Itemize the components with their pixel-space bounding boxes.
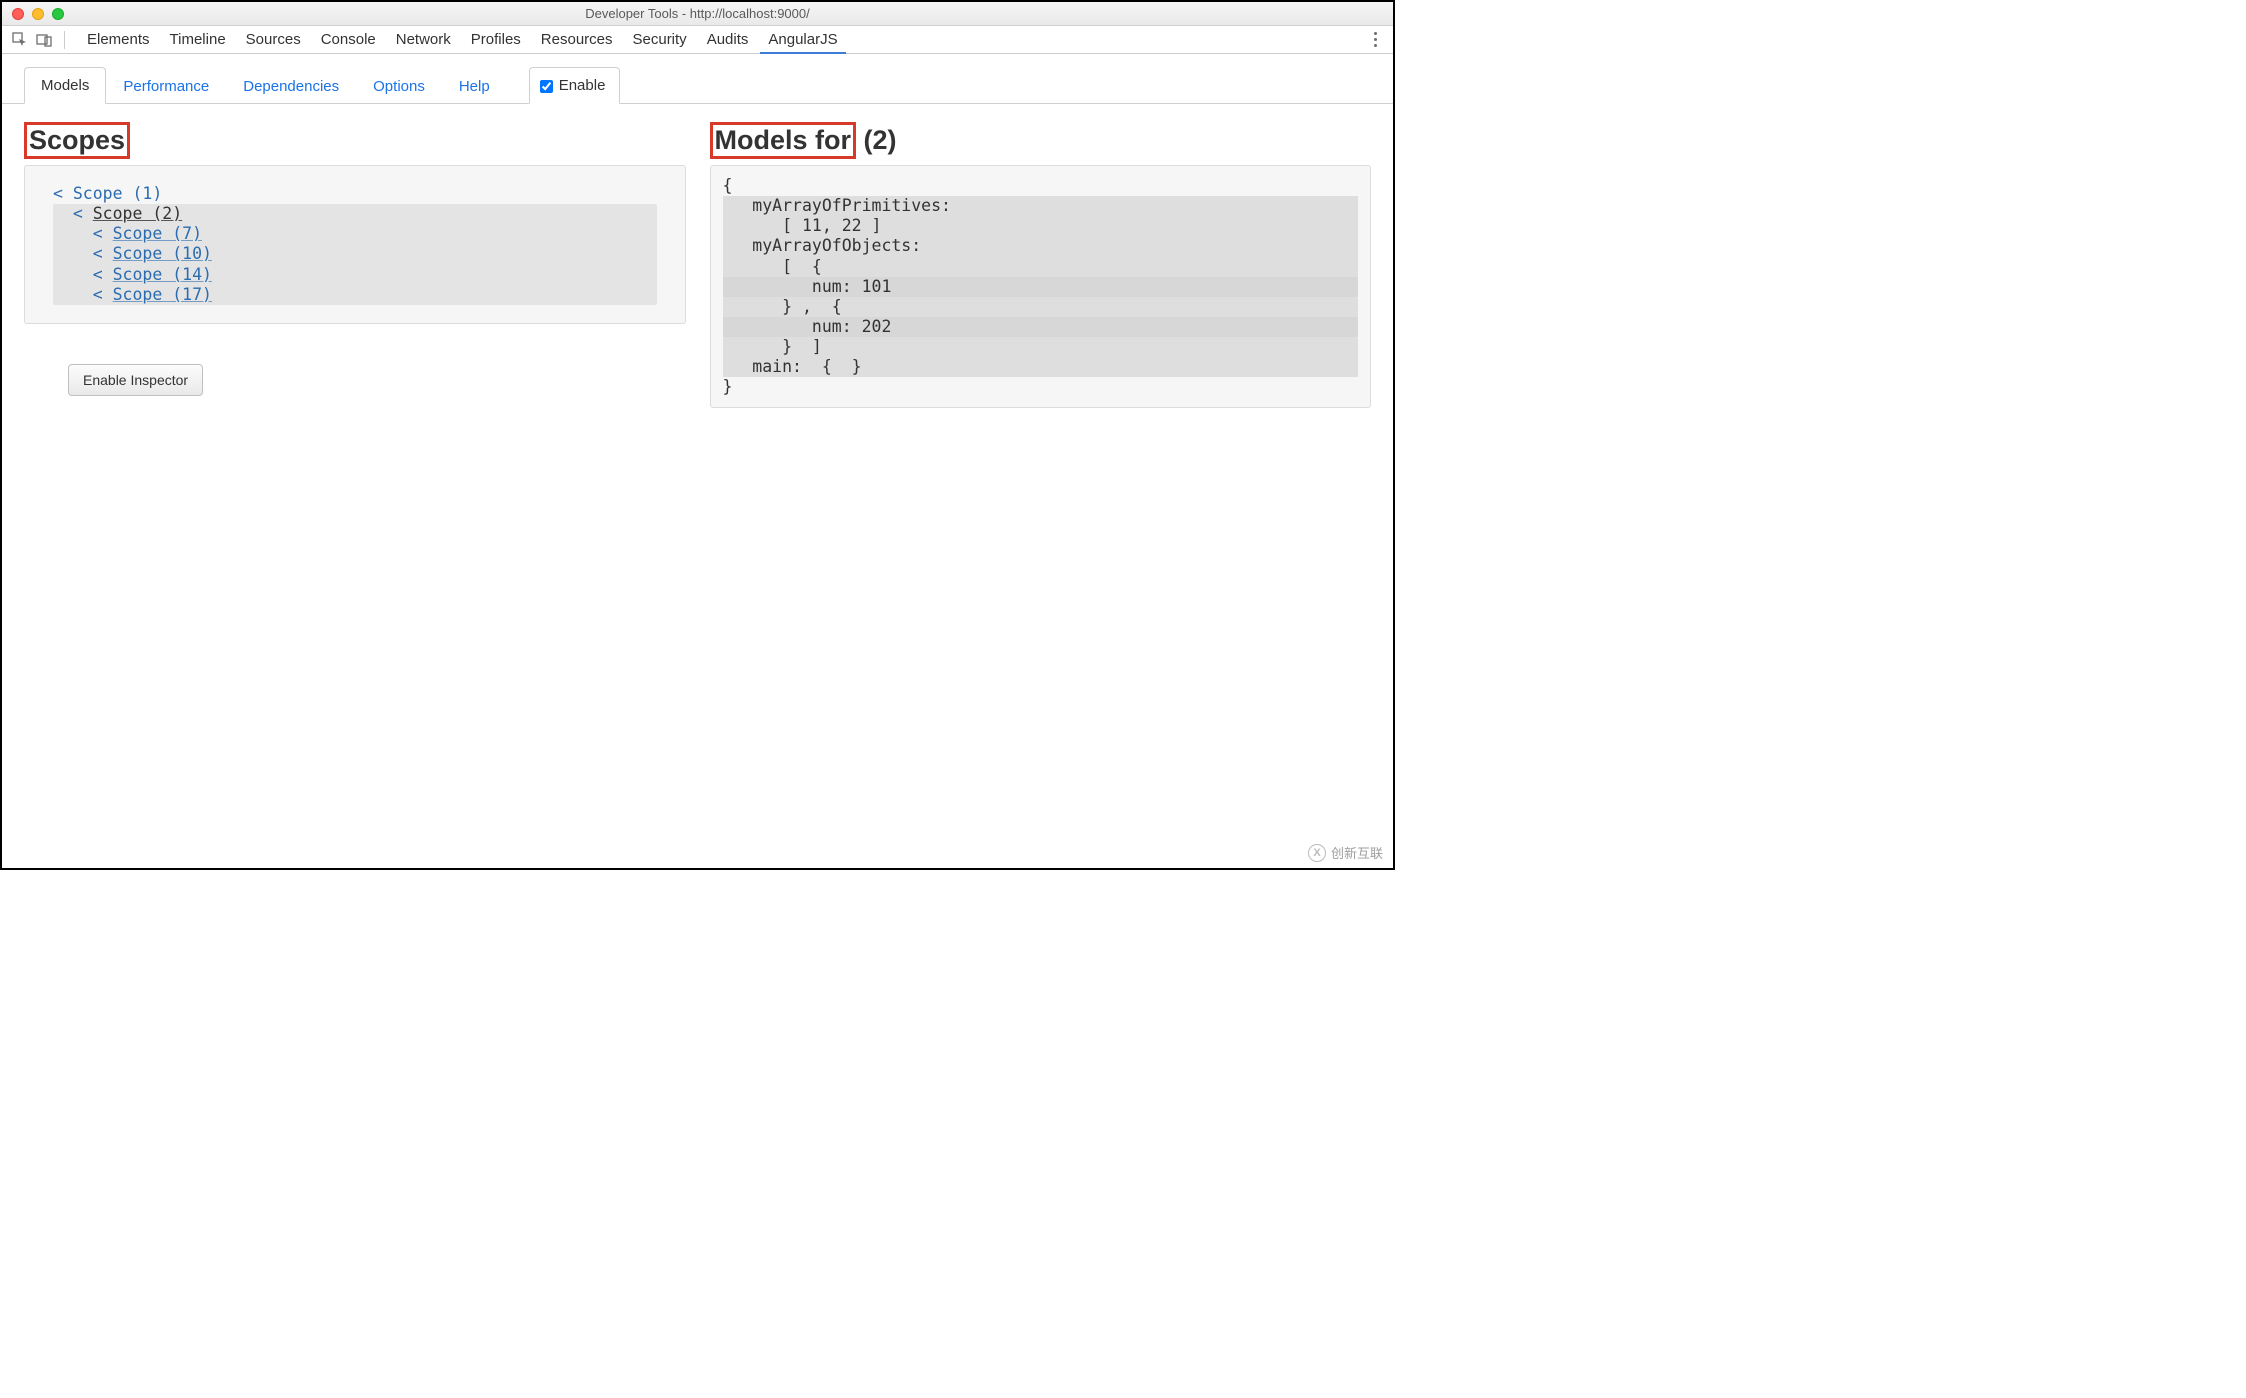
model-line: myArrayOfPrimitives: [723,196,1359,216]
subtab-dependencies[interactable]: Dependencies [226,68,356,104]
kebab-menu-icon[interactable] [1365,30,1385,50]
subtab-performance[interactable]: Performance [106,68,226,104]
model-line: [ 11, 22 ] [723,216,1359,236]
scope-node[interactable]: < Scope (14) [53,265,657,285]
watermark-logo-icon: X [1308,844,1326,862]
models-title-prefix: Models for [710,122,857,159]
tab-elements[interactable]: Elements [79,26,158,54]
inspect-element-icon[interactable] [10,30,30,50]
model-line: num: 101 [723,277,1359,297]
watermark-text: 创新互联 [1331,843,1383,862]
window-title: Developer Tools - http://localhost:9000/ [2,6,1393,21]
tab-angularjs[interactable]: AngularJS [760,26,845,54]
subtab-help[interactable]: Help [442,68,507,104]
panels: Scopes < Scope (1) < Scope (2) < Scope (… [2,104,1393,426]
scope-node[interactable]: < Scope (10) [53,244,657,264]
scope-node[interactable]: < Scope (2) [53,204,657,224]
tab-profiles[interactable]: Profiles [463,26,529,54]
tab-sources[interactable]: Sources [238,26,309,54]
scopes-title: Scopes [24,122,686,159]
scopes-tree: < Scope (1) < Scope (2) < Scope (7) < Sc… [53,184,657,305]
model-line: } [723,377,1359,397]
model-line: { [723,176,1359,196]
subtab-options[interactable]: Options [356,68,442,104]
scope-node[interactable]: < Scope (1) [53,184,657,204]
models-title: Models for (2) [710,122,1372,159]
models-content: { myArrayOfPrimitives: [ 11, 22 ] myArra… [723,176,1359,397]
scope-block: < Scope (2) < Scope (7) < Scope (10) < S… [53,204,657,305]
models-title-suffix: (2) [864,125,897,155]
scopes-column: Scopes < Scope (1) < Scope (2) < Scope (… [24,122,686,396]
enable-inspector-button[interactable]: Enable Inspector [68,364,203,396]
tab-console[interactable]: Console [313,26,384,54]
tab-audits[interactable]: Audits [699,26,757,54]
divider [64,31,65,49]
models-card: { myArrayOfPrimitives: [ 11, 22 ] myArra… [710,165,1372,408]
tab-network[interactable]: Network [388,26,459,54]
enable-checkbox[interactable] [540,80,553,93]
tab-security[interactable]: Security [625,26,695,54]
angular-subtabs: ModelsPerformanceDependenciesOptionsHelp… [2,54,1393,104]
tab-timeline[interactable]: Timeline [162,26,234,54]
model-line: [ { [723,257,1359,277]
devtools-tabbar: ElementsTimelineSourcesConsoleNetworkPro… [2,26,1393,54]
scope-node[interactable]: < Scope (17) [53,285,657,305]
model-line: main: { } [723,357,1359,377]
device-toggle-icon[interactable] [34,30,54,50]
model-line: } , { [723,297,1359,317]
model-line: num: 202 [723,317,1359,337]
enable-label: Enable [559,77,606,94]
scope-node[interactable]: < Scope (7) [53,224,657,244]
subtab-enable[interactable]: Enable [529,67,621,104]
model-line: myArrayOfObjects: [723,236,1359,256]
model-line: } ] [723,337,1359,357]
tab-resources[interactable]: Resources [533,26,621,54]
scopes-title-text: Scopes [24,122,130,159]
subtab-models[interactable]: Models [24,67,106,104]
scopes-card: < Scope (1) < Scope (2) < Scope (7) < Sc… [24,165,686,324]
watermark: X 创新互联 [1308,843,1383,862]
models-column: Models for (2) { myArrayOfPrimitives: [ … [710,122,1372,408]
window-titlebar: Developer Tools - http://localhost:9000/ [2,2,1393,26]
